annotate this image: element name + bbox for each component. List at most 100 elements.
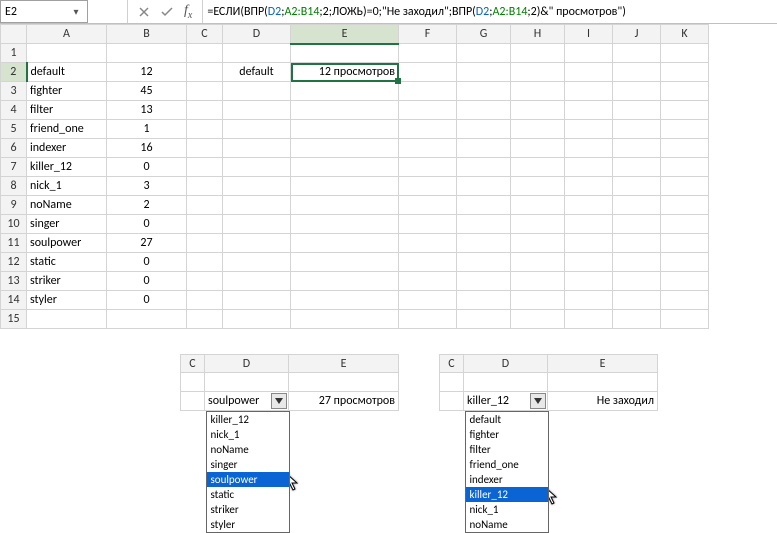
chevron-down-icon[interactable]: ▾ — [69, 5, 83, 18]
cell-B12[interactable]: 0 — [107, 253, 187, 272]
cell-E1[interactable]: Заходил? — [291, 44, 399, 63]
cell-J2[interactable] — [613, 63, 661, 82]
dropdown-option[interactable]: default — [466, 412, 548, 427]
dropdown-option[interactable]: killer_12 — [466, 487, 548, 502]
cell-H1[interactable] — [511, 44, 565, 63]
cell-A7[interactable]: killer_12 — [27, 158, 107, 177]
cell-J1[interactable] — [613, 44, 661, 63]
cell-G2[interactable] — [457, 63, 511, 82]
cell-A6[interactable]: indexer — [27, 139, 107, 158]
cell-J5[interactable] — [613, 120, 661, 139]
cell-H2[interactable] — [511, 63, 565, 82]
cancel-icon[interactable] — [138, 6, 150, 18]
row-header-11[interactable]: 11 — [1, 234, 27, 253]
cell[interactable] — [440, 373, 464, 392]
cell-D15[interactable] — [223, 310, 291, 329]
col-header-G[interactable]: G — [457, 25, 511, 44]
select-all-corner[interactable] — [1, 25, 27, 44]
cell-F13[interactable] — [399, 272, 457, 291]
col-header[interactable]: E — [289, 355, 399, 373]
dropdown-option[interactable]: killer_12 — [207, 412, 289, 427]
cell-B15[interactable] — [107, 310, 187, 329]
cell-A12[interactable]: static — [27, 253, 107, 272]
col-header-H[interactable]: H — [511, 25, 565, 44]
col-header[interactable]: E — [548, 355, 658, 373]
cell-A10[interactable]: singer — [27, 215, 107, 234]
dropdown-cell[interactable]: soulpower — [205, 392, 289, 411]
cell-I10[interactable] — [565, 215, 613, 234]
dropdown-option[interactable]: static — [207, 487, 289, 502]
cell-B1[interactable]: Просмотры — [107, 44, 187, 63]
spreadsheet-grid[interactable]: ABCDEFGHIJK1НикПросмотрыНикЗаходил?2defa… — [0, 24, 777, 334]
cell-D13[interactable] — [223, 272, 291, 291]
cell-C14[interactable] — [187, 291, 223, 310]
cell-K2[interactable] — [661, 63, 709, 82]
cell-H9[interactable] — [511, 196, 565, 215]
cell-C6[interactable] — [187, 139, 223, 158]
cell-H4[interactable] — [511, 101, 565, 120]
row-header-13[interactable]: 13 — [1, 272, 27, 291]
dropdown-button[interactable] — [271, 393, 287, 409]
cell-D4[interactable] — [223, 101, 291, 120]
row-header-12[interactable]: 12 — [1, 253, 27, 272]
cell-B13[interactable]: 0 — [107, 272, 187, 291]
enter-icon[interactable] — [160, 6, 174, 18]
row-header-1[interactable]: 1 — [1, 44, 27, 63]
col-header[interactable]: D — [205, 355, 289, 373]
cell-F4[interactable] — [399, 101, 457, 120]
row-header-9[interactable]: 9 — [1, 196, 27, 215]
mini-header-nick[interactable]: Ник — [464, 373, 548, 392]
cell-J9[interactable] — [613, 196, 661, 215]
cell-F9[interactable] — [399, 196, 457, 215]
cell-C11[interactable] — [187, 234, 223, 253]
col-header-D[interactable]: D — [223, 25, 291, 44]
dropdown-option[interactable]: fighter — [466, 427, 548, 442]
cell-A1[interactable]: Ник — [27, 44, 107, 63]
cell-I11[interactable] — [565, 234, 613, 253]
row-header-3[interactable]: 3 — [1, 82, 27, 101]
cell[interactable] — [181, 392, 205, 411]
cell-B2[interactable]: 12 — [107, 63, 187, 82]
cell-C10[interactable] — [187, 215, 223, 234]
cell-C4[interactable] — [187, 101, 223, 120]
cell-F10[interactable] — [399, 215, 457, 234]
cell-F2[interactable] — [399, 63, 457, 82]
cell-J14[interactable] — [613, 291, 661, 310]
cell-I15[interactable] — [565, 310, 613, 329]
row-header-10[interactable]: 10 — [1, 215, 27, 234]
cell-K8[interactable] — [661, 177, 709, 196]
cell-F3[interactable] — [399, 82, 457, 101]
cell-I1[interactable] — [565, 44, 613, 63]
row-header-15[interactable]: 15 — [1, 310, 27, 329]
cell-E8[interactable] — [291, 177, 399, 196]
col-header-E[interactable]: E — [291, 25, 399, 44]
cell-B8[interactable]: 3 — [107, 177, 187, 196]
cell-G6[interactable] — [457, 139, 511, 158]
col-header-F[interactable]: F — [399, 25, 457, 44]
cell-F11[interactable] — [399, 234, 457, 253]
dropdown-list[interactable]: defaultfighterfilterfriend_oneindexerkil… — [465, 411, 549, 533]
cell-D2[interactable]: default — [223, 63, 291, 82]
cell-J10[interactable] — [613, 215, 661, 234]
cell-A9[interactable]: noName — [27, 196, 107, 215]
cell-I14[interactable] — [565, 291, 613, 310]
row-header-6[interactable]: 6 — [1, 139, 27, 158]
cell-E13[interactable] — [291, 272, 399, 291]
cell-I5[interactable] — [565, 120, 613, 139]
cell-F14[interactable] — [399, 291, 457, 310]
cell-F15[interactable] — [399, 310, 457, 329]
dropdown-option[interactable]: singer — [207, 457, 289, 472]
cell-E5[interactable] — [291, 120, 399, 139]
cell-H14[interactable] — [511, 291, 565, 310]
cell-A14[interactable]: styler — [27, 291, 107, 310]
cell-B4[interactable]: 13 — [107, 101, 187, 120]
row-header-4[interactable]: 4 — [1, 101, 27, 120]
cell-G10[interactable] — [457, 215, 511, 234]
cell-J7[interactable] — [613, 158, 661, 177]
cell-E7[interactable] — [291, 158, 399, 177]
cell-B5[interactable]: 1 — [107, 120, 187, 139]
cell-I2[interactable] — [565, 63, 613, 82]
cell-A13[interactable]: striker — [27, 272, 107, 291]
cell-K11[interactable] — [661, 234, 709, 253]
row-header-8[interactable]: 8 — [1, 177, 27, 196]
